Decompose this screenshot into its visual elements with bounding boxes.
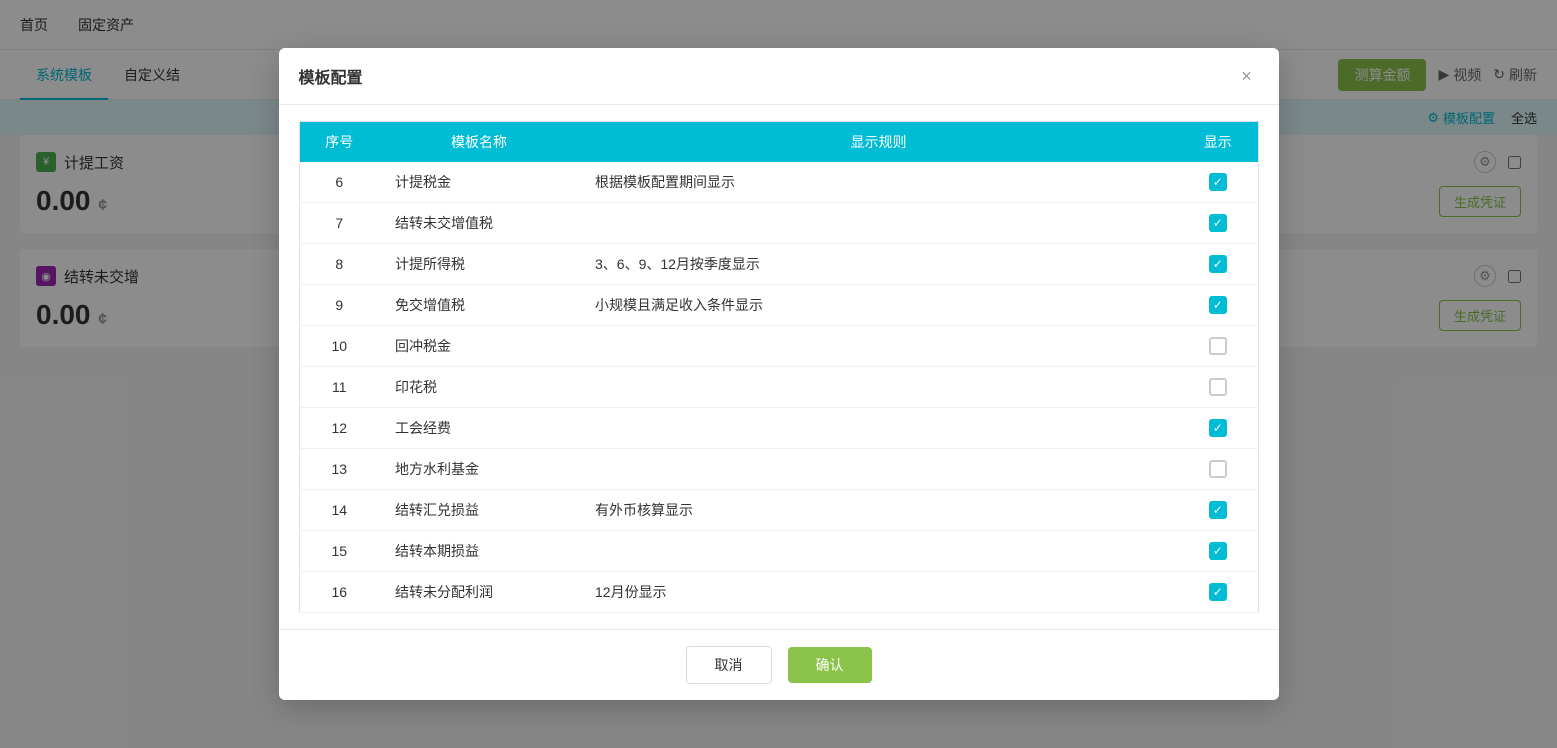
table-row: 8计提所得税3、6、9、12月按季度显示 <box>299 244 1258 285</box>
cell-rule: 根据模板配置期间显示 <box>579 162 1178 203</box>
checkbox-item[interactable] <box>1209 542 1227 560</box>
modal-template-config: 模板配置 × 序号 模板名称 显示规则 显示 6计提税金根据模板配置期间显示7结… <box>279 48 1279 700</box>
table-header: 序号 模板名称 显示规则 显示 <box>299 122 1258 163</box>
cell-checkbox[interactable] <box>1178 326 1258 367</box>
modal-footer: 取消 确认 <box>279 629 1279 700</box>
cell-seq: 14 <box>299 490 379 531</box>
checkbox-item[interactable] <box>1209 296 1227 314</box>
cell-rule: 有外币核算显示 <box>579 490 1178 531</box>
cell-checkbox[interactable] <box>1178 531 1258 572</box>
table-row: 14结转汇兑损益有外币核算显示 <box>299 490 1258 531</box>
cell-seq: 8 <box>299 244 379 285</box>
cell-name: 印花税 <box>379 367 579 408</box>
table-row: 15结转本期损益 <box>299 531 1258 572</box>
checkbox-container[interactable] <box>1194 214 1242 232</box>
cell-name: 计提税金 <box>379 162 579 203</box>
cell-rule <box>579 326 1178 367</box>
cell-seq: 11 <box>299 367 379 408</box>
checkbox-container[interactable] <box>1194 419 1242 437</box>
modal-overlay: 模板配置 × 序号 模板名称 显示规则 显示 6计提税金根据模板配置期间显示7结… <box>0 0 1557 748</box>
cell-seq: 13 <box>299 449 379 490</box>
checkbox-container[interactable] <box>1194 255 1242 273</box>
cell-checkbox[interactable] <box>1178 244 1258 285</box>
checkbox-item[interactable] <box>1209 378 1227 396</box>
col-header-name: 模板名称 <box>379 122 579 163</box>
table-body: 6计提税金根据模板配置期间显示7结转未交增值税8计提所得税3、6、9、12月按季… <box>299 162 1258 613</box>
cell-rule <box>579 408 1178 449</box>
config-table: 序号 模板名称 显示规则 显示 6计提税金根据模板配置期间显示7结转未交增值税8… <box>299 121 1259 613</box>
modal-header: 模板配置 × <box>279 48 1279 105</box>
checkbox-item[interactable] <box>1209 255 1227 273</box>
checkbox-item[interactable] <box>1209 337 1227 355</box>
checkbox-item[interactable] <box>1209 460 1227 478</box>
col-header-seq: 序号 <box>299 122 379 163</box>
cell-checkbox[interactable] <box>1178 572 1258 613</box>
cell-seq: 9 <box>299 285 379 326</box>
checkbox-item[interactable] <box>1209 214 1227 232</box>
checkbox-item[interactable] <box>1209 583 1227 601</box>
checkbox-item[interactable] <box>1209 173 1227 191</box>
table-row: 9免交增值税小规模且满足收入条件显示 <box>299 285 1258 326</box>
checkbox-item[interactable] <box>1209 501 1227 519</box>
cancel-button[interactable]: 取消 <box>686 646 772 684</box>
cell-rule <box>579 367 1178 408</box>
cell-rule: 小规模且满足收入条件显示 <box>579 285 1178 326</box>
cell-rule: 3、6、9、12月按季度显示 <box>579 244 1178 285</box>
cell-name: 结转本期损益 <box>379 531 579 572</box>
cell-rule <box>579 449 1178 490</box>
table-row: 13地方水利基金 <box>299 449 1258 490</box>
cell-seq: 12 <box>299 408 379 449</box>
checkbox-container[interactable] <box>1194 296 1242 314</box>
table-header-row: 序号 模板名称 显示规则 显示 <box>299 122 1258 163</box>
checkbox-item[interactable] <box>1209 419 1227 437</box>
cell-rule <box>579 203 1178 244</box>
checkbox-container[interactable] <box>1194 501 1242 519</box>
cell-name: 结转未分配利润 <box>379 572 579 613</box>
cell-rule: 12月份显示 <box>579 572 1178 613</box>
table-row: 11印花税 <box>299 367 1258 408</box>
cell-name: 计提所得税 <box>379 244 579 285</box>
cell-name: 地方水利基金 <box>379 449 579 490</box>
checkbox-container[interactable] <box>1194 583 1242 601</box>
cell-name: 回冲税金 <box>379 326 579 367</box>
confirm-button[interactable]: 确认 <box>788 647 872 683</box>
cell-seq: 15 <box>299 531 379 572</box>
cell-checkbox[interactable] <box>1178 490 1258 531</box>
col-header-show: 显示 <box>1178 122 1258 163</box>
cell-seq: 6 <box>299 162 379 203</box>
checkbox-container[interactable] <box>1194 378 1242 396</box>
cell-checkbox[interactable] <box>1178 449 1258 490</box>
table-row: 10回冲税金 <box>299 326 1258 367</box>
cell-checkbox[interactable] <box>1178 162 1258 203</box>
cell-checkbox[interactable] <box>1178 408 1258 449</box>
checkbox-container[interactable] <box>1194 460 1242 478</box>
table-row: 12工会经费 <box>299 408 1258 449</box>
table-row: 16结转未分配利润12月份显示 <box>299 572 1258 613</box>
table-row: 6计提税金根据模板配置期间显示 <box>299 162 1258 203</box>
cell-name: 结转未交增值税 <box>379 203 579 244</box>
cell-checkbox[interactable] <box>1178 367 1258 408</box>
cell-seq: 10 <box>299 326 379 367</box>
cell-rule <box>579 531 1178 572</box>
checkbox-container[interactable] <box>1194 337 1242 355</box>
cell-checkbox[interactable] <box>1178 203 1258 244</box>
cell-name: 免交增值税 <box>379 285 579 326</box>
cell-seq: 7 <box>299 203 379 244</box>
modal-body[interactable]: 序号 模板名称 显示规则 显示 6计提税金根据模板配置期间显示7结转未交增值税8… <box>279 105 1279 629</box>
table-row: 7结转未交增值税 <box>299 203 1258 244</box>
checkbox-container[interactable] <box>1194 173 1242 191</box>
cell-seq: 16 <box>299 572 379 613</box>
modal-close-button[interactable]: × <box>1235 64 1259 88</box>
checkbox-container[interactable] <box>1194 542 1242 560</box>
cell-name: 结转汇兑损益 <box>379 490 579 531</box>
col-header-rule: 显示规则 <box>579 122 1178 163</box>
modal-title: 模板配置 <box>299 64 363 88</box>
cell-checkbox[interactable] <box>1178 285 1258 326</box>
cell-name: 工会经费 <box>379 408 579 449</box>
